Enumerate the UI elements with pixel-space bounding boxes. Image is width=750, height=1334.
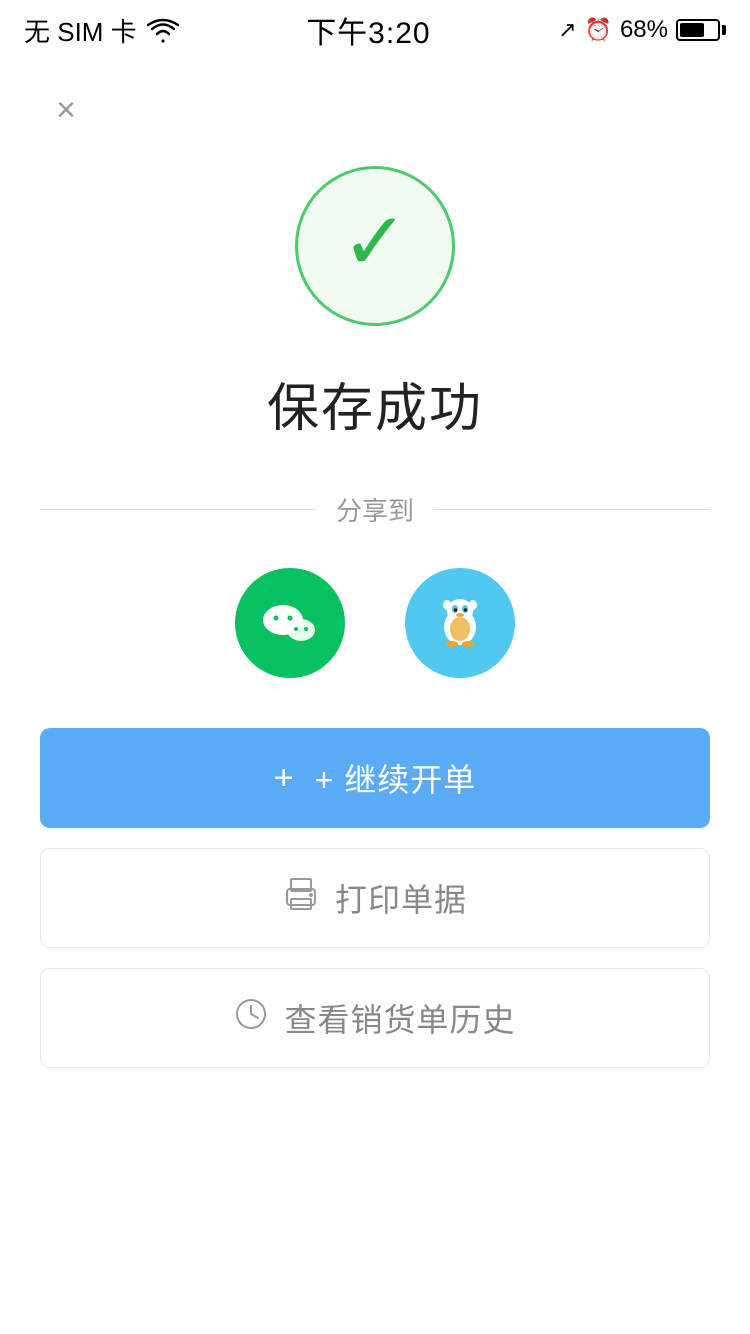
share-divider: 分享到 bbox=[40, 491, 710, 528]
share-icons bbox=[40, 568, 710, 678]
success-title: 保存成功 bbox=[267, 366, 483, 441]
status-time: 下午3:20 bbox=[306, 8, 430, 52]
share-label: 分享到 bbox=[336, 491, 414, 528]
action-buttons: + + 继续开单 打印单据 bbox=[40, 728, 710, 1068]
alarm-icon: ⏰ bbox=[585, 17, 612, 43]
status-bar: 无 SIM 卡 下午3:20 ↗ ⏰ 68% bbox=[0, 0, 750, 60]
plus-icon: + bbox=[274, 759, 295, 798]
location-icon: ↗ bbox=[558, 17, 576, 43]
status-right: ↗ ⏰ 68% bbox=[558, 16, 726, 44]
history-button[interactable]: 查看销货单历史 bbox=[40, 968, 710, 1068]
wifi-icon bbox=[147, 17, 179, 43]
close-icon: × bbox=[56, 91, 76, 130]
no-sim-text: 无 SIM 卡 bbox=[24, 12, 137, 49]
clock-icon bbox=[234, 997, 268, 1040]
continue-label: + 继续开单 bbox=[315, 755, 477, 801]
continue-button[interactable]: + + 继续开单 bbox=[40, 728, 710, 828]
success-circle: ✓ bbox=[295, 166, 455, 326]
wechat-icon bbox=[257, 590, 323, 656]
battery-icon bbox=[676, 19, 726, 41]
checkmark-icon: ✓ bbox=[341, 202, 408, 282]
printer-icon bbox=[283, 877, 319, 920]
main-content: ✓ 保存成功 分享到 bbox=[0, 146, 750, 1334]
history-label: 查看销货单历史 bbox=[284, 995, 515, 1041]
share-section: 分享到 bbox=[40, 491, 710, 678]
print-button[interactable]: 打印单据 bbox=[40, 848, 710, 948]
status-left: 无 SIM 卡 bbox=[24, 12, 179, 49]
battery-percent: 68% bbox=[620, 16, 668, 44]
qq-share-button[interactable] bbox=[405, 568, 515, 678]
qq-icon bbox=[430, 593, 490, 653]
close-area: × bbox=[0, 60, 750, 146]
wechat-share-button[interactable] bbox=[235, 568, 345, 678]
close-button[interactable]: × bbox=[40, 84, 92, 136]
print-label: 打印单据 bbox=[335, 875, 467, 921]
